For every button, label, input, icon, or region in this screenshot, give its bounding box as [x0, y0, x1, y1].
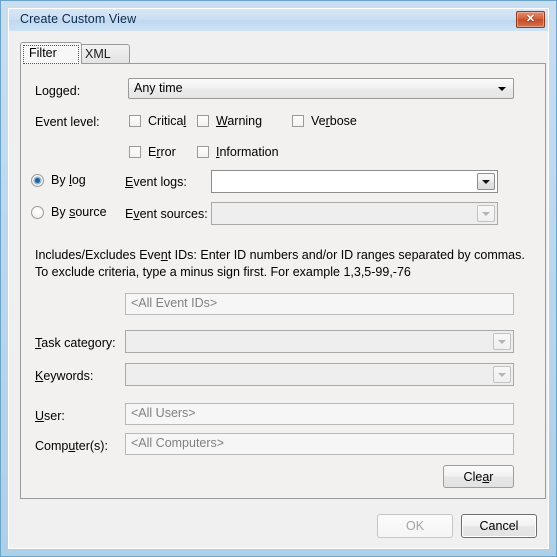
event-ids-description: Includes/Excludes Event IDs: Enter ID nu… [35, 248, 525, 279]
filter-tab-panel: Logged: Any time Event level: Critical W… [20, 63, 546, 499]
logged-label: Logged: [35, 84, 81, 98]
task-category-combobox[interactable] [125, 330, 514, 353]
checkbox-error-box [129, 146, 141, 158]
checkbox-critical-box [129, 115, 141, 127]
checkbox-information-label: Information [216, 145, 279, 159]
clear-button[interactable]: Clear [443, 465, 514, 488]
keywords-label: Keywords: [35, 369, 94, 383]
ok-button[interactable]: OK [377, 514, 453, 538]
keywords-dropdown-button[interactable] [493, 366, 511, 383]
ok-button-label: OK [405, 519, 425, 533]
event-logs-dropdown-button[interactable] [477, 173, 495, 190]
checkbox-warning-box [197, 115, 209, 127]
radio-by-source-label: By source [51, 205, 107, 219]
checkbox-critical-label: Critical [148, 114, 187, 128]
task-category-dropdown-button[interactable] [493, 333, 511, 350]
checkbox-warning-label: Warning [216, 114, 263, 128]
user-input[interactable]: <All Users> [125, 403, 514, 425]
logged-combobox-value: Any time [134, 81, 183, 95]
logged-combobox[interactable]: Any time [128, 78, 514, 99]
title-bar[interactable]: Create Custom View ✕ [9, 9, 548, 31]
checkbox-verbose-box [292, 115, 304, 127]
tab-filter[interactable]: Filter [20, 42, 82, 64]
close-icon: ✕ [525, 13, 536, 25]
computers-placeholder: <All Computers> [131, 436, 225, 450]
computers-input[interactable]: <All Computers> [125, 433, 514, 455]
window-title: Create Custom View [20, 12, 137, 26]
event-logs-combobox[interactable] [211, 170, 498, 193]
event-logs-label: Event logs: [125, 175, 187, 189]
radio-by-log-circle [31, 174, 44, 187]
checkbox-information-box [197, 146, 209, 158]
user-label: User: [35, 409, 65, 423]
event-ids-placeholder: <All Event IDs> [131, 296, 218, 310]
dialog-window-inner: Create Custom View ✕ Filter XML Logged: … [8, 8, 549, 549]
event-sources-combobox[interactable] [211, 202, 498, 225]
radio-by-source-circle [31, 206, 44, 219]
task-category-label: Task category: [35, 336, 116, 350]
tab-xml-label: XML [85, 47, 111, 61]
dialog-window: Create Custom View ✕ Filter XML Logged: … [0, 0, 557, 557]
computers-label: Computer(s): [35, 439, 108, 453]
keywords-combobox[interactable] [125, 363, 514, 386]
event-ids-input[interactable]: <All Event IDs> [125, 293, 514, 315]
tab-xml[interactable]: XML [76, 44, 130, 64]
close-button[interactable]: ✕ [516, 11, 545, 28]
cancel-button[interactable]: Cancel [461, 514, 537, 538]
user-placeholder: <All Users> [131, 406, 196, 420]
event-sources-dropdown-button[interactable] [477, 205, 495, 222]
tab-filter-label: Filter [29, 46, 57, 60]
chevron-down-icon [498, 86, 506, 91]
cancel-button-label: Cancel [479, 519, 519, 533]
checkbox-error-label: Error [148, 145, 176, 159]
event-sources-label: Event sources: [125, 207, 208, 221]
event-level-label: Event level: [35, 115, 100, 129]
clear-button-label: Clear [463, 469, 494, 484]
checkbox-verbose-label: Verbose [311, 114, 357, 128]
radio-by-log-label: By log [51, 173, 86, 187]
